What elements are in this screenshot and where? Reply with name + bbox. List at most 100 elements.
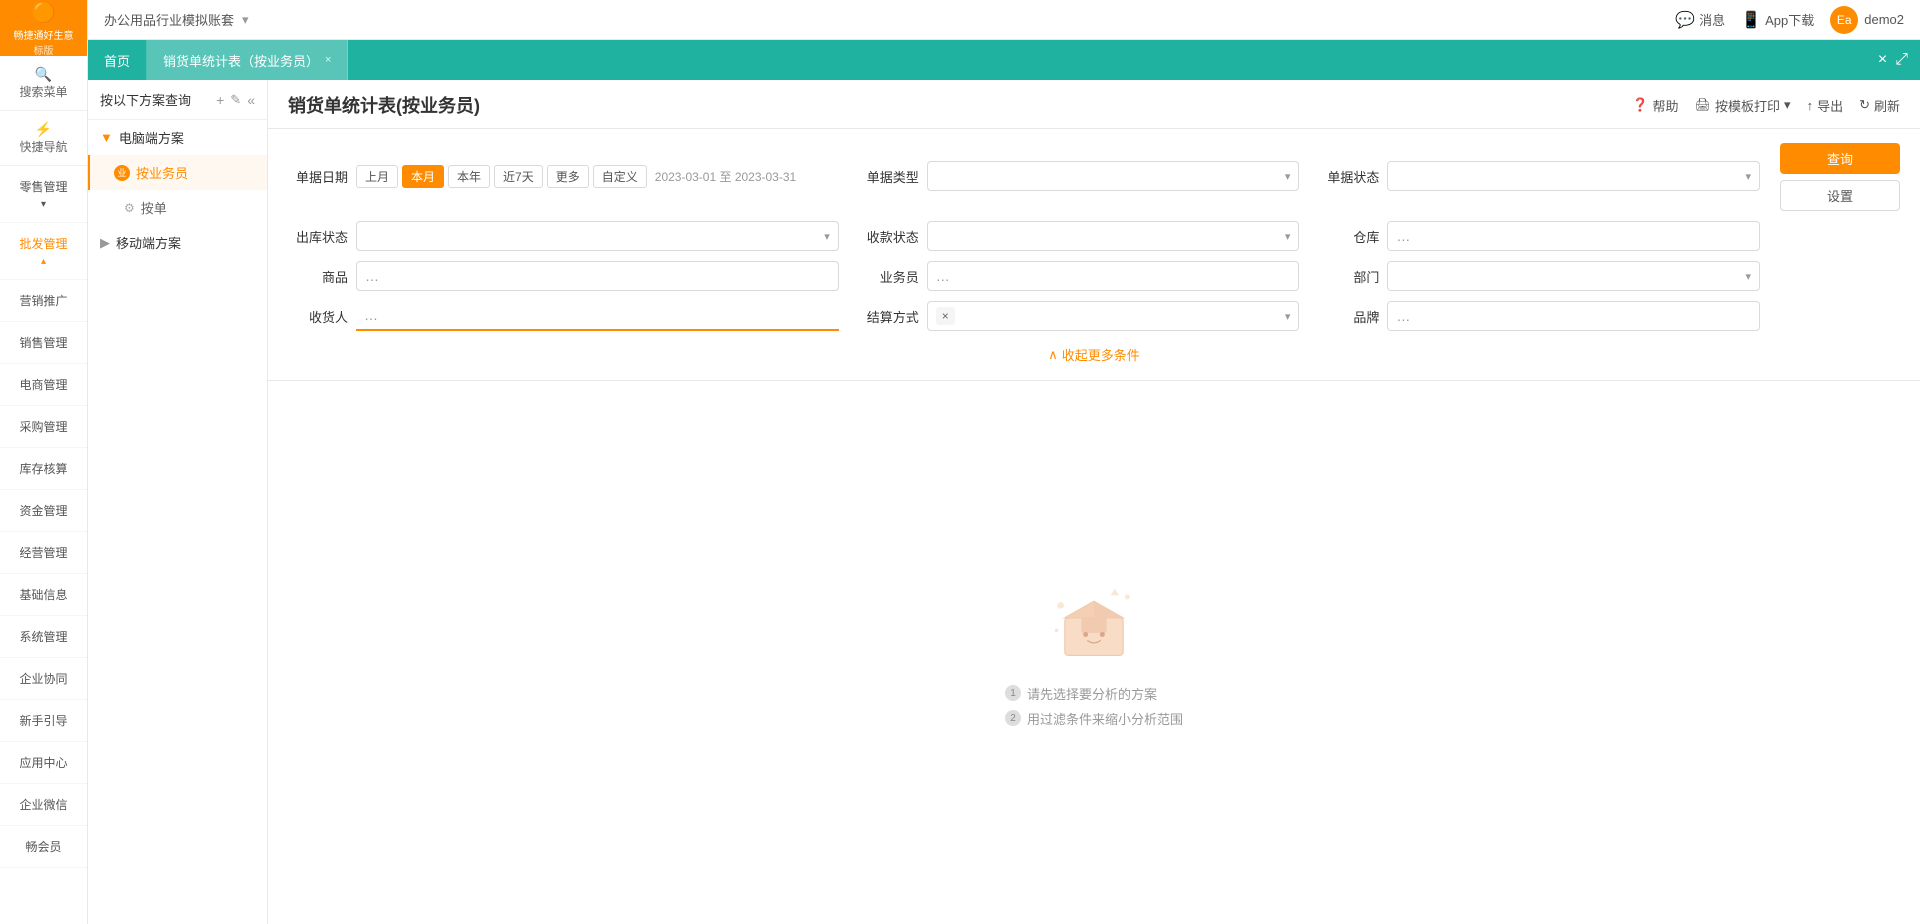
user-avatar: Ea bbox=[1830, 6, 1858, 34]
sidebar-item-system[interactable]: 系统管理 bbox=[0, 616, 87, 658]
tab-sales-stats[interactable]: 销货单统计表（按业务员） × bbox=[147, 40, 348, 80]
payment-select[interactable]: × ▾ bbox=[927, 301, 1300, 331]
btn-more[interactable]: 更多 bbox=[547, 165, 589, 188]
salesperson-select[interactable]: … bbox=[927, 261, 1300, 291]
sidebar-quick-nav[interactable]: ⚡ 快捷导航 bbox=[0, 111, 87, 166]
payment-arrow: ▾ bbox=[1285, 310, 1291, 323]
scheme-by-salesperson[interactable]: 业 按业务员 bbox=[88, 155, 267, 190]
tab-close-btn[interactable]: × bbox=[1878, 51, 1887, 69]
receipt-status-label: 收款状态 bbox=[859, 227, 919, 246]
sales-label: 销售管理 bbox=[19, 334, 67, 351]
settings-button[interactable]: 设置 bbox=[1780, 180, 1900, 211]
refresh-action[interactable]: ↻ 刷新 bbox=[1859, 96, 1900, 115]
payment-filter: 结算方式 × ▾ bbox=[859, 301, 1300, 331]
doc-status-select[interactable]: ▾ bbox=[1387, 161, 1760, 191]
department-select[interactable]: ▾ bbox=[1387, 261, 1760, 291]
btn-custom[interactable]: 自定义 bbox=[593, 165, 647, 188]
payment-clear-tag[interactable]: × bbox=[936, 307, 955, 325]
doc-status-arrow: ▾ bbox=[1745, 170, 1751, 183]
query-button[interactable]: 查询 bbox=[1780, 143, 1900, 174]
header-right: 💬 消息 📱 App下载 Ea demo2 bbox=[1675, 6, 1904, 34]
edit-scheme-icon[interactable]: ✎ bbox=[230, 92, 241, 108]
tab-maximize-btn[interactable]: ⤢ bbox=[1895, 51, 1908, 69]
tab-home[interactable]: 首页 bbox=[88, 40, 147, 80]
collapse-filter-btn[interactable]: ∧ 收起更多条件 bbox=[1036, 341, 1152, 368]
triangle-down-icon: ▼ bbox=[100, 130, 113, 145]
clear-x-icon[interactable]: × bbox=[942, 309, 949, 323]
guide-label: 新手引导 bbox=[19, 712, 67, 729]
receipt-status-arrow: ▾ bbox=[1285, 230, 1291, 243]
doc-status-label: 单据状态 bbox=[1319, 167, 1379, 186]
btn-last-month[interactable]: 上月 bbox=[356, 165, 398, 188]
sidebar-item-wholesale[interactable]: 批发管理 ▴ bbox=[0, 223, 87, 280]
sidebar-item-guide[interactable]: 新手引导 bbox=[0, 700, 87, 742]
out-status-select[interactable]: ▾ bbox=[356, 221, 839, 251]
warehouse-label: 仓库 bbox=[1319, 227, 1379, 246]
sidebar-item-sales[interactable]: 销售管理 bbox=[0, 322, 87, 364]
tab-close-icon[interactable]: × bbox=[325, 54, 331, 66]
btn-7days[interactable]: 近7天 bbox=[494, 165, 543, 188]
filter-row-2: 出库状态 ▾ 收款状态 ▾ 仓库 bbox=[288, 221, 1900, 251]
enterprise-label: 企业协同 bbox=[19, 670, 67, 687]
goods-filter: 商品 … bbox=[288, 261, 839, 291]
logo-text: 畅捷通好生意 bbox=[14, 27, 74, 42]
salesperson-dots: … bbox=[936, 268, 952, 284]
consignee-label: 收货人 bbox=[288, 307, 348, 326]
print-icon: 🖨 bbox=[1695, 97, 1712, 113]
message-button[interactable]: 💬 消息 bbox=[1675, 10, 1725, 30]
sidebar-item-marketing[interactable]: 营销推广 bbox=[0, 280, 87, 322]
sidebar-item-basic[interactable]: 基础信息 bbox=[0, 574, 87, 616]
ecommerce-label: 电商管理 bbox=[19, 376, 67, 393]
btn-this-month[interactable]: 本月 bbox=[402, 165, 444, 188]
doc-status-filter: 单据状态 ▾ bbox=[1319, 161, 1760, 191]
consignee-input[interactable]: … bbox=[356, 301, 839, 331]
basic-label: 基础信息 bbox=[19, 586, 67, 603]
department-filter: 部门 ▾ bbox=[1319, 261, 1760, 291]
top-header: 办公用品行业模拟账套 ▾ 💬 消息 📱 App下载 Ea demo2 bbox=[88, 0, 1920, 40]
app-download-button[interactable]: 📱 App下载 bbox=[1741, 10, 1814, 30]
sidebar-item-inventory[interactable]: 库存核算 bbox=[0, 448, 87, 490]
add-scheme-icon[interactable]: + bbox=[216, 92, 224, 108]
export-action[interactable]: ↑ 导出 bbox=[1807, 96, 1844, 115]
goods-select[interactable]: … bbox=[356, 261, 839, 291]
page-title: 销货单统计表(按业务员) bbox=[288, 92, 480, 118]
date-range-text: 2023-03-01 至 2023-03-31 bbox=[655, 168, 796, 185]
scheme-by-order[interactable]: ⚙ 按单 bbox=[88, 190, 267, 225]
collapse-scheme-icon[interactable]: « bbox=[247, 92, 255, 108]
brand-dots: … bbox=[1396, 308, 1412, 324]
doc-type-select[interactable]: ▾ bbox=[927, 161, 1300, 191]
desktop-group-header[interactable]: ▼ 电脑端方案 bbox=[88, 120, 267, 155]
sidebar-item-management[interactable]: 经营管理 bbox=[0, 532, 87, 574]
receipt-status-select[interactable]: ▾ bbox=[927, 221, 1300, 251]
empty-step-1: 1 请先选择要分析的方案 bbox=[1005, 684, 1183, 703]
step-1-text: 请先选择要分析的方案 bbox=[1027, 684, 1157, 703]
sidebar-item-retail[interactable]: 零售管理 ▾ bbox=[0, 166, 87, 223]
sidebar-search[interactable]: 🔍 搜索菜单 bbox=[0, 56, 87, 111]
sidebar-item-ecommerce[interactable]: 电商管理 bbox=[0, 364, 87, 406]
sidebar-item-finance[interactable]: 资金管理 bbox=[0, 490, 87, 532]
sidebar-item-wechat[interactable]: 企业微信 bbox=[0, 784, 87, 826]
dept-arrow: ▾ bbox=[1745, 270, 1751, 283]
print-action[interactable]: 🖨 按模板打印 ▾ bbox=[1695, 96, 1791, 115]
header-dropdown-icon[interactable]: ▾ bbox=[242, 12, 249, 28]
date-filter-group: 单据日期 上月 本月 本年 近7天 更多 自定义 2023-03-01 至 20… bbox=[288, 165, 839, 188]
brand-select[interactable]: … bbox=[1387, 301, 1760, 331]
purchase-label: 采购管理 bbox=[19, 418, 67, 435]
btn-this-year[interactable]: 本年 bbox=[448, 165, 490, 188]
sidebar-item-member[interactable]: 畅会员 bbox=[0, 826, 87, 868]
consignee-filter: 收货人 … bbox=[288, 301, 839, 331]
sidebar-item-enterprise[interactable]: 企业协同 bbox=[0, 658, 87, 700]
mobile-group-header[interactable]: ▶ 移动端方案 bbox=[88, 225, 267, 260]
warehouse-dots: … bbox=[1396, 228, 1412, 244]
sidebar-item-appstore[interactable]: 应用中心 bbox=[0, 742, 87, 784]
sidebar-item-purchase[interactable]: 采购管理 bbox=[0, 406, 87, 448]
help-action[interactable]: ❓ 帮助 bbox=[1632, 96, 1678, 115]
print-label: 按模板打印 bbox=[1715, 96, 1780, 115]
warehouse-select[interactable]: … bbox=[1387, 221, 1760, 251]
step-1-number: 1 bbox=[1005, 685, 1021, 701]
salesperson-scheme-icon: 业 bbox=[114, 165, 130, 181]
brand-filter: 品牌 … bbox=[1319, 301, 1760, 331]
msg-label: 消息 bbox=[1699, 10, 1725, 29]
logo-subtitle: 标版 bbox=[34, 42, 54, 57]
header-title: 办公用品行业模拟账套 bbox=[104, 10, 234, 29]
